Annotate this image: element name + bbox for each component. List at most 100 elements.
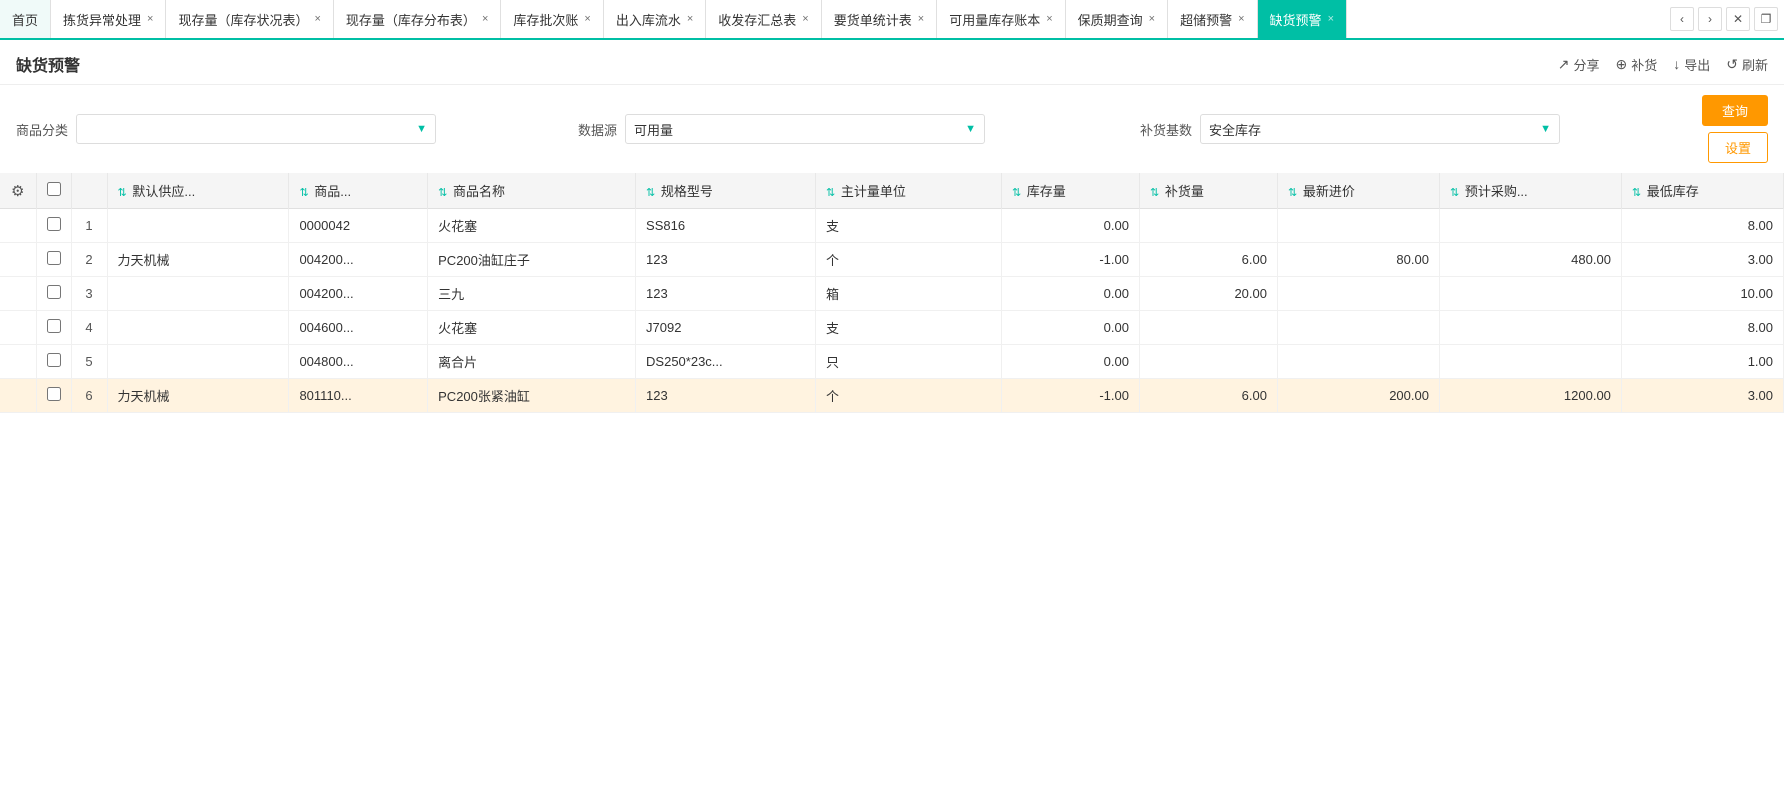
row-supplier-2: 力天机械 bbox=[107, 243, 289, 277]
column-checkbox[interactable] bbox=[36, 173, 71, 209]
tab-available-ledger[interactable]: 可用量库存账本 × bbox=[937, 0, 1065, 38]
row-replenish-qty-2: 6.00 bbox=[1139, 243, 1277, 277]
datasource-dropdown-icon: ▼ bbox=[965, 123, 976, 135]
row-checkbox-cell-2[interactable] bbox=[36, 243, 71, 277]
row-product-name-1: 火花塞 bbox=[428, 209, 636, 243]
column-gear[interactable]: ⚙ bbox=[0, 173, 36, 209]
tab-shortage-close[interactable]: × bbox=[1328, 13, 1334, 25]
category-dropdown-icon: ▼ bbox=[416, 123, 427, 135]
tab-available-ledger-close[interactable]: × bbox=[1046, 13, 1052, 25]
row-min-stock-1: 8.00 bbox=[1621, 209, 1783, 243]
column-replenish-qty[interactable]: ⇅ 补货量 bbox=[1139, 173, 1277, 209]
category-filter-label: 商品分类 bbox=[16, 120, 68, 139]
share-icon: ↗ bbox=[1558, 56, 1570, 73]
tab-restore-button[interactable]: ❐ bbox=[1754, 7, 1778, 31]
row-checkbox-1[interactable] bbox=[47, 217, 61, 231]
page-title: 缺货预警 bbox=[16, 52, 1558, 76]
tab-abnormal[interactable]: 拣货异常处理 × bbox=[51, 0, 166, 38]
tab-receive-summary-close[interactable]: × bbox=[802, 13, 808, 25]
datasource-select[interactable]: 可用量 ▼ bbox=[625, 114, 985, 144]
tab-demand-stats-label: 要货单统计表 bbox=[834, 10, 912, 29]
tab-inout-flow[interactable]: 出入库流水 × bbox=[604, 0, 706, 38]
row-unit-5: 只 bbox=[816, 345, 1002, 379]
tab-prev-button[interactable]: ‹ bbox=[1670, 7, 1694, 31]
column-unit[interactable]: ⇅ 主计量单位 bbox=[816, 173, 1002, 209]
tab-available-ledger-label: 可用量库存账本 bbox=[949, 10, 1040, 29]
tab-batch-account[interactable]: 库存批次账 × bbox=[501, 0, 603, 38]
tab-receive-summary[interactable]: 收发存汇总表 × bbox=[706, 0, 821, 38]
tab-demand-stats-close[interactable]: × bbox=[918, 13, 924, 25]
column-spec[interactable]: ⇅ 规格型号 bbox=[636, 173, 816, 209]
tab-batch-account-close[interactable]: × bbox=[584, 13, 590, 25]
row-checkbox-2[interactable] bbox=[47, 251, 61, 265]
category-select[interactable]: ▼ bbox=[76, 114, 436, 144]
row-num-1: 1 bbox=[71, 209, 107, 243]
row-checkbox-4[interactable] bbox=[47, 319, 61, 333]
tab-shortage[interactable]: 缺货预警 × bbox=[1258, 0, 1347, 38]
row-min-stock-6: 3.00 bbox=[1621, 379, 1783, 413]
tab-home[interactable]: 首页 bbox=[0, 0, 51, 38]
tab-next-button[interactable]: › bbox=[1698, 7, 1722, 31]
replenish-base-label: 补货基数 bbox=[1140, 120, 1192, 139]
refresh-label: 刷新 bbox=[1742, 55, 1768, 74]
row-num-4: 4 bbox=[71, 311, 107, 345]
settings-button[interactable]: 设置 bbox=[1708, 132, 1768, 163]
row-min-stock-4: 8.00 bbox=[1621, 311, 1783, 345]
row-product-code-3: 004200... bbox=[289, 277, 428, 311]
row-checkbox-5[interactable] bbox=[47, 353, 61, 367]
row-min-stock-3: 10.00 bbox=[1621, 277, 1783, 311]
row-unit-6: 个 bbox=[816, 379, 1002, 413]
row-unit-4: 支 bbox=[816, 311, 1002, 345]
refresh-action[interactable]: ↺ 刷新 bbox=[1726, 55, 1768, 74]
tab-inventory-status[interactable]: 现存量（库存状况表） × bbox=[166, 0, 333, 38]
column-est-purchase[interactable]: ⇅ 预计采购... bbox=[1439, 173, 1621, 209]
tab-abnormal-close[interactable]: × bbox=[147, 13, 153, 25]
select-all-checkbox[interactable] bbox=[47, 182, 61, 196]
row-supplier-3 bbox=[107, 277, 289, 311]
tab-bar: 首页 拣货异常处理 × 现存量（库存状况表） × 现存量（库存分布表） × 库存… bbox=[0, 0, 1784, 40]
row-checkbox-3[interactable] bbox=[47, 285, 61, 299]
column-product-name[interactable]: ⇅ 商品名称 bbox=[428, 173, 636, 209]
filter-row: 商品分类 ▼ 数据源 可用量 ▼ 补货基数 安全库存 ▼ 查询 设置 bbox=[0, 85, 1784, 173]
column-latest-price-label: 最新进价 bbox=[1303, 184, 1355, 199]
replenish-base-select[interactable]: 安全库存 ▼ bbox=[1200, 114, 1560, 144]
column-product-code[interactable]: ⇅ 商品... bbox=[289, 173, 428, 209]
column-min-stock[interactable]: ⇅ 最低库存 bbox=[1621, 173, 1783, 209]
tab-inventory-dist[interactable]: 现存量（库存分布表） × bbox=[334, 0, 501, 38]
share-action[interactable]: ↗ 分享 bbox=[1558, 55, 1600, 74]
query-button[interactable]: 查询 bbox=[1702, 95, 1768, 126]
replenish-action[interactable]: ⊕ 补货 bbox=[1615, 55, 1657, 74]
row-checkbox-6[interactable] bbox=[47, 387, 61, 401]
row-min-stock-5: 1.00 bbox=[1621, 345, 1783, 379]
tab-close-button[interactable]: ✕ bbox=[1726, 7, 1750, 31]
row-checkbox-cell-3[interactable] bbox=[36, 277, 71, 311]
datasource-filter-label: 数据源 bbox=[578, 120, 617, 139]
tab-inout-flow-close[interactable]: × bbox=[687, 13, 693, 25]
export-action[interactable]: ↓ 导出 bbox=[1673, 55, 1710, 74]
tab-inventory-dist-close[interactable]: × bbox=[482, 13, 488, 25]
tab-expiry-query[interactable]: 保质期查询 × bbox=[1066, 0, 1168, 38]
gear-settings-icon[interactable]: ⚙ bbox=[11, 183, 24, 200]
tab-inventory-status-close[interactable]: × bbox=[314, 13, 320, 25]
header-actions: ↗ 分享 ⊕ 补货 ↓ 导出 ↺ 刷新 bbox=[1558, 55, 1768, 74]
column-stock-qty-label: 库存量 bbox=[1027, 184, 1066, 199]
tab-demand-stats[interactable]: 要货单统计表 × bbox=[822, 0, 937, 38]
column-spec-label: 规格型号 bbox=[661, 184, 713, 199]
table-body: 1 0000042 火花塞 SS816 支 0.00 8.00 2 力天机械 0… bbox=[0, 209, 1784, 413]
row-checkbox-cell-6[interactable] bbox=[36, 379, 71, 413]
tab-expiry-query-close[interactable]: × bbox=[1149, 13, 1155, 25]
row-stock-qty-4: 0.00 bbox=[1001, 311, 1139, 345]
row-checkbox-cell-1[interactable] bbox=[36, 209, 71, 243]
row-checkbox-cell-5[interactable] bbox=[36, 345, 71, 379]
column-stock-qty[interactable]: ⇅ 库存量 bbox=[1001, 173, 1139, 209]
row-stock-qty-5: 0.00 bbox=[1001, 345, 1139, 379]
tab-overstock[interactable]: 超储预警 × bbox=[1168, 0, 1257, 38]
table-row: 6 力天机械 801110... PC200张紧油缸 123 个 -1.00 6… bbox=[0, 379, 1784, 413]
tab-overstock-close[interactable]: × bbox=[1238, 13, 1244, 25]
row-stock-qty-1: 0.00 bbox=[1001, 209, 1139, 243]
column-latest-price[interactable]: ⇅ 最新进价 bbox=[1277, 173, 1439, 209]
row-est-purchase-6: 1200.00 bbox=[1439, 379, 1621, 413]
column-default-supplier[interactable]: ⇅ 默认供应... bbox=[107, 173, 289, 209]
tab-nav-buttons: ‹ › ✕ ❐ bbox=[1664, 7, 1784, 31]
row-checkbox-cell-4[interactable] bbox=[36, 311, 71, 345]
